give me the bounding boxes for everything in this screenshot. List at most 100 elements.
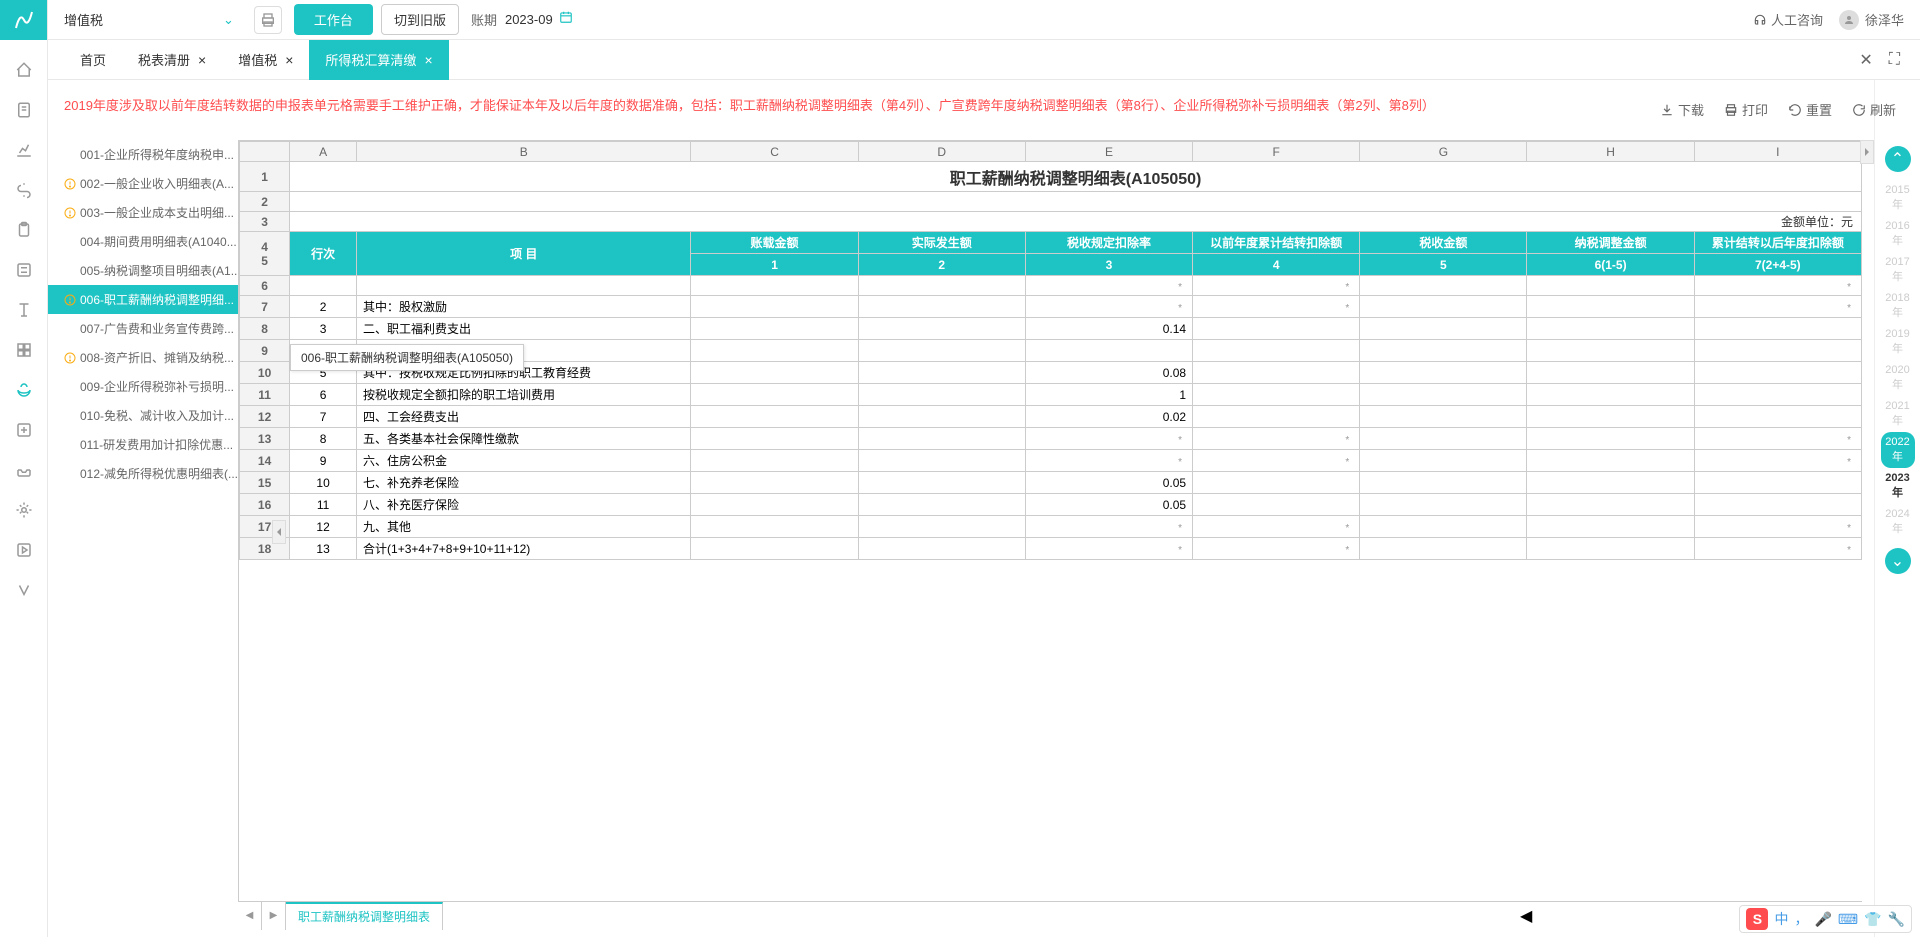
- tree-item[interactable]: 005-纳税调整项目明细表(A1...: [48, 256, 238, 285]
- year-button[interactable]: 2021年: [1881, 396, 1915, 432]
- sheet-next-icon[interactable]: ▶: [262, 902, 286, 930]
- switch-old-button[interactable]: 切到旧版: [381, 4, 459, 35]
- close-icon[interactable]: ×: [285, 52, 293, 68]
- logo[interactable]: [0, 0, 47, 40]
- col-header[interactable]: C: [691, 142, 858, 162]
- table-row[interactable]: 6 * * *: [240, 276, 1862, 296]
- reset-button[interactable]: 重置: [1788, 100, 1832, 119]
- row-header[interactable]: 45: [240, 232, 290, 276]
- workbench-button[interactable]: 工作台: [294, 4, 373, 35]
- table-row[interactable]: 13 8 五、各类基本社会保障性缴款 * * *: [240, 428, 1862, 450]
- tab[interactable]: 税表清册×: [122, 40, 222, 80]
- nav-inbox-icon[interactable]: [0, 450, 47, 490]
- row-header[interactable]: 3: [240, 212, 290, 232]
- nav-list-icon[interactable]: [0, 250, 47, 290]
- row-header[interactable]: 8: [240, 318, 290, 340]
- sheet-prev-icon[interactable]: ◀: [238, 902, 262, 930]
- print-button[interactable]: 打印: [1724, 100, 1768, 119]
- nav-play-icon[interactable]: [0, 530, 47, 570]
- col-header[interactable]: D: [858, 142, 1025, 162]
- year-button[interactable]: 2018年: [1881, 288, 1915, 324]
- download-button[interactable]: 下载: [1660, 100, 1704, 119]
- sheet-tab[interactable]: 职工薪酬纳税调整明细表: [286, 902, 443, 930]
- tab[interactable]: 增值税×: [222, 40, 309, 80]
- year-button[interactable]: 2023年: [1881, 468, 1915, 504]
- select-all[interactable]: [240, 142, 290, 162]
- table-row[interactable]: 18 13 合计(1+3+4+7+8+9+10+11+12) * * *: [240, 538, 1862, 560]
- ime-tools-icon[interactable]: 🔧: [1888, 911, 1905, 928]
- col-header[interactable]: B: [357, 142, 691, 162]
- col-header[interactable]: F: [1193, 142, 1360, 162]
- ime-toolbar[interactable]: S 中 ， 🎤 ⌨ 👕 🔧: [1739, 905, 1912, 933]
- nav-bowl-icon[interactable]: [0, 370, 47, 410]
- nav-grid-icon[interactable]: [0, 330, 47, 370]
- row-header[interactable]: 7: [240, 296, 290, 318]
- help-link[interactable]: 人工咨询: [1753, 10, 1823, 29]
- row-header[interactable]: 11: [240, 384, 290, 406]
- year-button[interactable]: 2020年: [1881, 360, 1915, 396]
- ime-punct[interactable]: ，: [1794, 909, 1808, 929]
- close-icon[interactable]: ×: [198, 52, 206, 68]
- ime-keyboard-icon[interactable]: ⌨: [1838, 911, 1858, 928]
- nav-chart-icon[interactable]: [0, 130, 47, 170]
- tree-item[interactable]: 012-减免所得税优惠明细表(...: [48, 459, 238, 488]
- close-all-icon[interactable]: ✕: [1855, 46, 1876, 74]
- module-dropdown[interactable]: 增值税 ⌄: [64, 10, 234, 29]
- row-header[interactable]: 12: [240, 406, 290, 428]
- print-icon-button[interactable]: [254, 6, 282, 34]
- year-button[interactable]: 2016年: [1881, 216, 1915, 252]
- year-button[interactable]: 2024年: [1881, 504, 1915, 540]
- tree-item[interactable]: 011-研发费用加计扣除优惠...: [48, 430, 238, 459]
- col-header[interactable]: I: [1694, 142, 1861, 162]
- row-header[interactable]: 13: [240, 428, 290, 450]
- table-row[interactable]: 7 2 其中：股权激励 * * *: [240, 296, 1862, 318]
- nav-text-icon[interactable]: [0, 290, 47, 330]
- tree-item[interactable]: 008-资产折旧、摊销及纳税...: [48, 343, 238, 372]
- nav-home-icon[interactable]: [0, 50, 47, 90]
- tree-item[interactable]: 006-职工薪酬纳税调整明细...: [48, 285, 238, 314]
- tree-item[interactable]: 001-企业所得税年度纳税申...: [48, 140, 238, 169]
- expand-handle-right[interactable]: [1860, 140, 1874, 164]
- col-header[interactable]: H: [1527, 142, 1694, 162]
- nav-export-icon[interactable]: [0, 410, 47, 450]
- year-up-icon[interactable]: ⌃: [1885, 146, 1911, 172]
- row-header[interactable]: 9: [240, 340, 290, 362]
- user-info[interactable]: 徐泽华: [1839, 10, 1904, 30]
- tree-item[interactable]: 009-企业所得税弥补亏损明...: [48, 372, 238, 401]
- nav-money-icon[interactable]: [0, 170, 47, 210]
- year-button[interactable]: 2019年: [1881, 324, 1915, 360]
- year-button[interactable]: 2015年: [1881, 180, 1915, 216]
- table-row[interactable]: 12 7 四、工会经费支出 0.02: [240, 406, 1862, 428]
- nav-doc-icon[interactable]: [0, 90, 47, 130]
- ime-mic-icon[interactable]: 🎤: [1814, 911, 1831, 928]
- refresh-button[interactable]: 刷新: [1852, 100, 1896, 119]
- table-row[interactable]: 17 12 九、其他 * * *: [240, 516, 1862, 538]
- tree-item[interactable]: 004-期间费用明细表(A1040...: [48, 227, 238, 256]
- row-header[interactable]: 2: [240, 192, 290, 212]
- nav-v-icon[interactable]: [0, 570, 47, 610]
- table-row[interactable]: 15 10 七、补充养老保险 0.05: [240, 472, 1862, 494]
- row-header[interactable]: 14: [240, 450, 290, 472]
- row-header[interactable]: 6: [240, 276, 290, 296]
- nav-gear-icon[interactable]: [0, 490, 47, 530]
- year-button[interactable]: 2022年: [1881, 432, 1915, 468]
- row-header[interactable]: 16: [240, 494, 290, 516]
- tab[interactable]: 首页: [64, 40, 122, 80]
- expand-icon[interactable]: ⛶: [1885, 47, 1904, 73]
- row-header[interactable]: 10: [240, 362, 290, 384]
- col-header[interactable]: A: [290, 142, 357, 162]
- row-header[interactable]: 1: [240, 162, 290, 192]
- tree-item[interactable]: 002-一般企业收入明细表(A...: [48, 169, 238, 198]
- collapse-handle[interactable]: [272, 520, 286, 544]
- tree-item[interactable]: 007-广告费和业务宣传费跨...: [48, 314, 238, 343]
- row-header[interactable]: 15: [240, 472, 290, 494]
- year-down-icon[interactable]: ⌄: [1885, 548, 1911, 574]
- close-icon[interactable]: ×: [424, 52, 432, 68]
- col-header[interactable]: E: [1025, 142, 1192, 162]
- nav-clipboard-icon[interactable]: [0, 210, 47, 250]
- ime-lang[interactable]: 中: [1774, 909, 1788, 929]
- tree-item[interactable]: 003-一般企业成本支出明细...: [48, 198, 238, 227]
- calendar-icon[interactable]: [559, 10, 573, 29]
- ime-skin-icon[interactable]: 👕: [1864, 911, 1881, 928]
- table-row[interactable]: 16 11 八、补充医疗保险 0.05: [240, 494, 1862, 516]
